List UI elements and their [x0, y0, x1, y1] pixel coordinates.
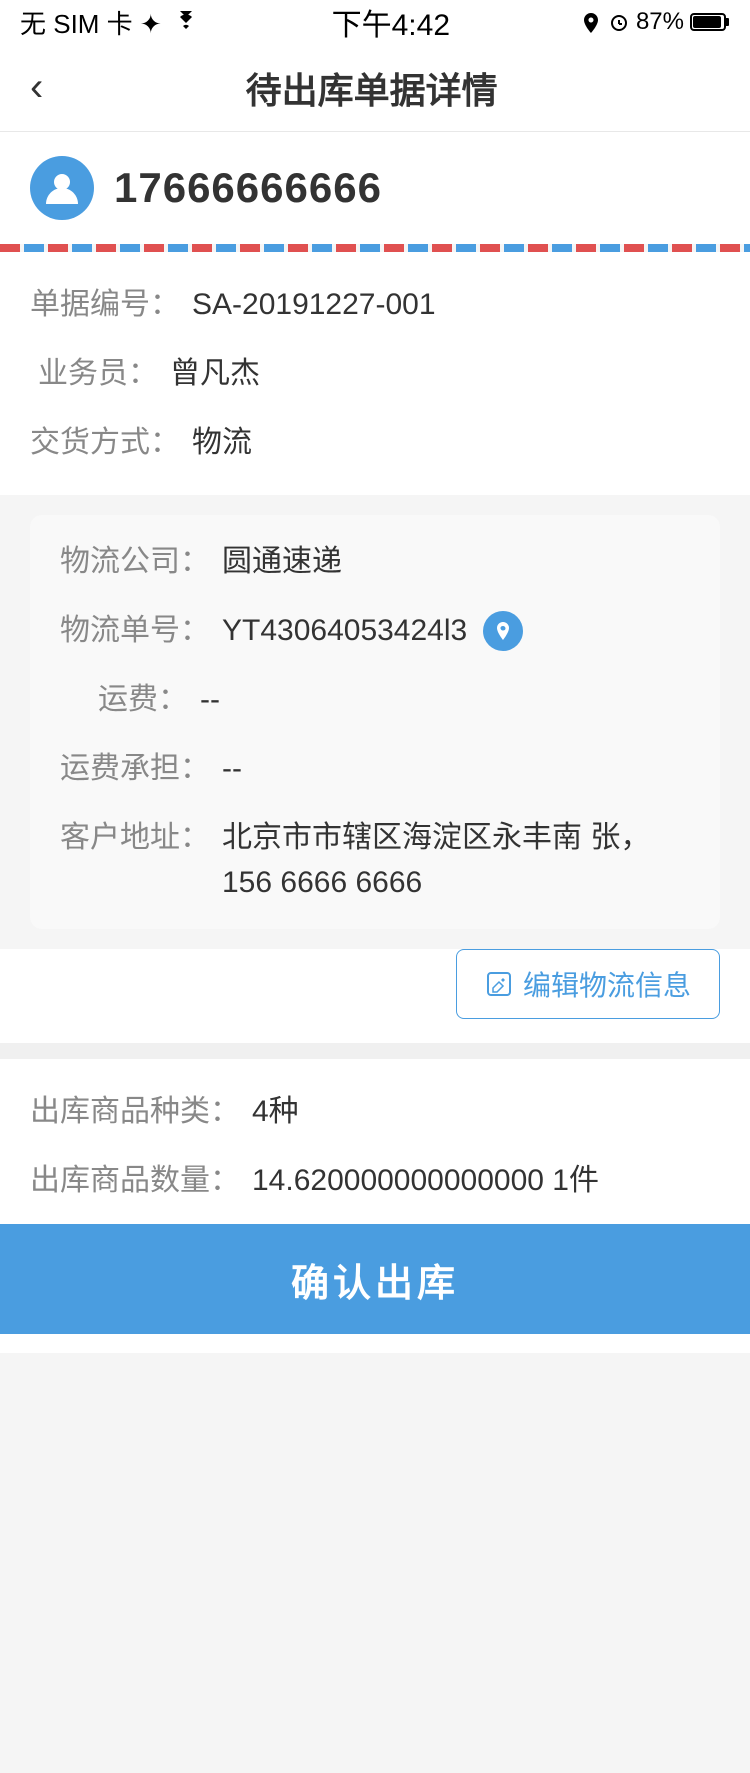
back-button[interactable]: ‹	[30, 65, 43, 110]
status-left: 无 SIM 卡 ✦	[20, 4, 202, 41]
logistics-company-label: 物流公司：	[60, 539, 222, 584]
freight-row: 运费： --	[60, 677, 690, 722]
freight-value: --	[200, 677, 690, 722]
bottom-area	[0, 1353, 750, 1653]
document-number-label: 单据编号：	[30, 282, 192, 327]
address-label: 客户地址：	[60, 815, 222, 860]
tracking-location-icon[interactable]	[483, 611, 523, 651]
battery-percent: 87%	[636, 8, 684, 36]
document-number-row: 单据编号： SA-20191227-001	[30, 282, 720, 327]
status-bar: 无 SIM 卡 ✦ 下午4:42 87%	[0, 0, 750, 44]
edit-icon	[485, 970, 513, 998]
edit-btn-label: 编辑物流信息	[523, 964, 691, 1004]
freight-label: 运费：	[60, 677, 200, 722]
sim-status: 无 SIM 卡 ✦	[20, 4, 162, 41]
freight-bear-row: 运费承担： --	[60, 746, 690, 791]
status-time: 下午4:42	[332, 0, 450, 44]
content: 17666666666 单据编号： SA-20191227-001 业务员： 曾…	[0, 132, 750, 1773]
freight-bear-label: 运费承担：	[60, 746, 222, 791]
person-icon	[42, 168, 82, 208]
goods-quantity-label: 出库商品数量：	[30, 1158, 252, 1203]
customer-header: 17666666666	[0, 132, 750, 244]
logistics-tracking-label: 物流单号：	[60, 608, 222, 653]
freight-bear-value: --	[222, 746, 690, 791]
salesperson-row: 业务员： 曾凡杰	[30, 351, 720, 396]
nav-bar: ‹ 待出库单据详情	[0, 44, 750, 132]
address-row: 客户地址： 北京市市辖区海淀区永丰南 张，156 6666 6666	[60, 815, 690, 905]
tracking-with-icon: YT43064053424l3	[222, 608, 690, 653]
edit-logistics-button[interactable]: 编辑物流信息	[456, 949, 720, 1019]
logistics-company-value: 圆通速递	[222, 539, 690, 584]
page-title: 待出库单据详情	[63, 62, 680, 114]
alarm-icon	[608, 11, 630, 33]
salesperson-value: 曾凡杰	[170, 351, 720, 396]
edit-btn-container: 编辑物流信息	[0, 949, 750, 1043]
goods-type-label: 出库商品种类：	[30, 1089, 252, 1134]
goods-type-row: 出库商品种类： 4种	[30, 1089, 720, 1134]
gray-divider	[0, 1043, 750, 1059]
logistics-tracking-value: YT43064053424l3	[222, 608, 690, 653]
delivery-value: 物流	[192, 420, 720, 465]
confirm-button-label: 确认出库	[291, 1252, 459, 1307]
confirm-bar[interactable]: 确认出库	[0, 1224, 750, 1334]
goods-quantity-row: 出库商品数量： 14.620000000000000 1件	[30, 1158, 720, 1203]
map-pin-icon	[492, 620, 514, 642]
battery-icon	[690, 11, 730, 33]
goods-type-value: 4种	[252, 1089, 720, 1134]
address-value: 北京市市辖区海淀区永丰南 张，156 6666 6666	[222, 815, 690, 905]
goods-quantity-value: 14.620000000000000 1件	[252, 1158, 720, 1203]
dashed-divider	[0, 244, 750, 252]
status-right: 87%	[580, 8, 730, 36]
customer-phone: 17666666666	[114, 164, 382, 212]
document-number-value: SA-20191227-001	[192, 282, 720, 327]
logistics-box: 物流公司： 圆通速递 物流单号： YT43064053424l3 运费： --	[30, 515, 720, 929]
goods-section: 出库商品种类： 4种 出库商品数量： 14.620000000000000 1件	[0, 1059, 750, 1233]
delivery-label: 交货方式：	[30, 420, 192, 465]
logistics-tracking-row: 物流单号： YT43064053424l3	[60, 608, 690, 653]
avatar	[30, 156, 94, 220]
salesperson-label: 业务员：	[30, 351, 170, 396]
tracking-number: YT43064053424l3	[222, 608, 467, 653]
delivery-row: 交货方式： 物流	[30, 420, 720, 465]
wifi-icon	[170, 11, 202, 33]
document-info-section: 单据编号： SA-20191227-001 业务员： 曾凡杰 交货方式： 物流	[0, 252, 750, 495]
location-service-icon	[580, 11, 602, 33]
logistics-company-row: 物流公司： 圆通速递	[60, 539, 690, 584]
